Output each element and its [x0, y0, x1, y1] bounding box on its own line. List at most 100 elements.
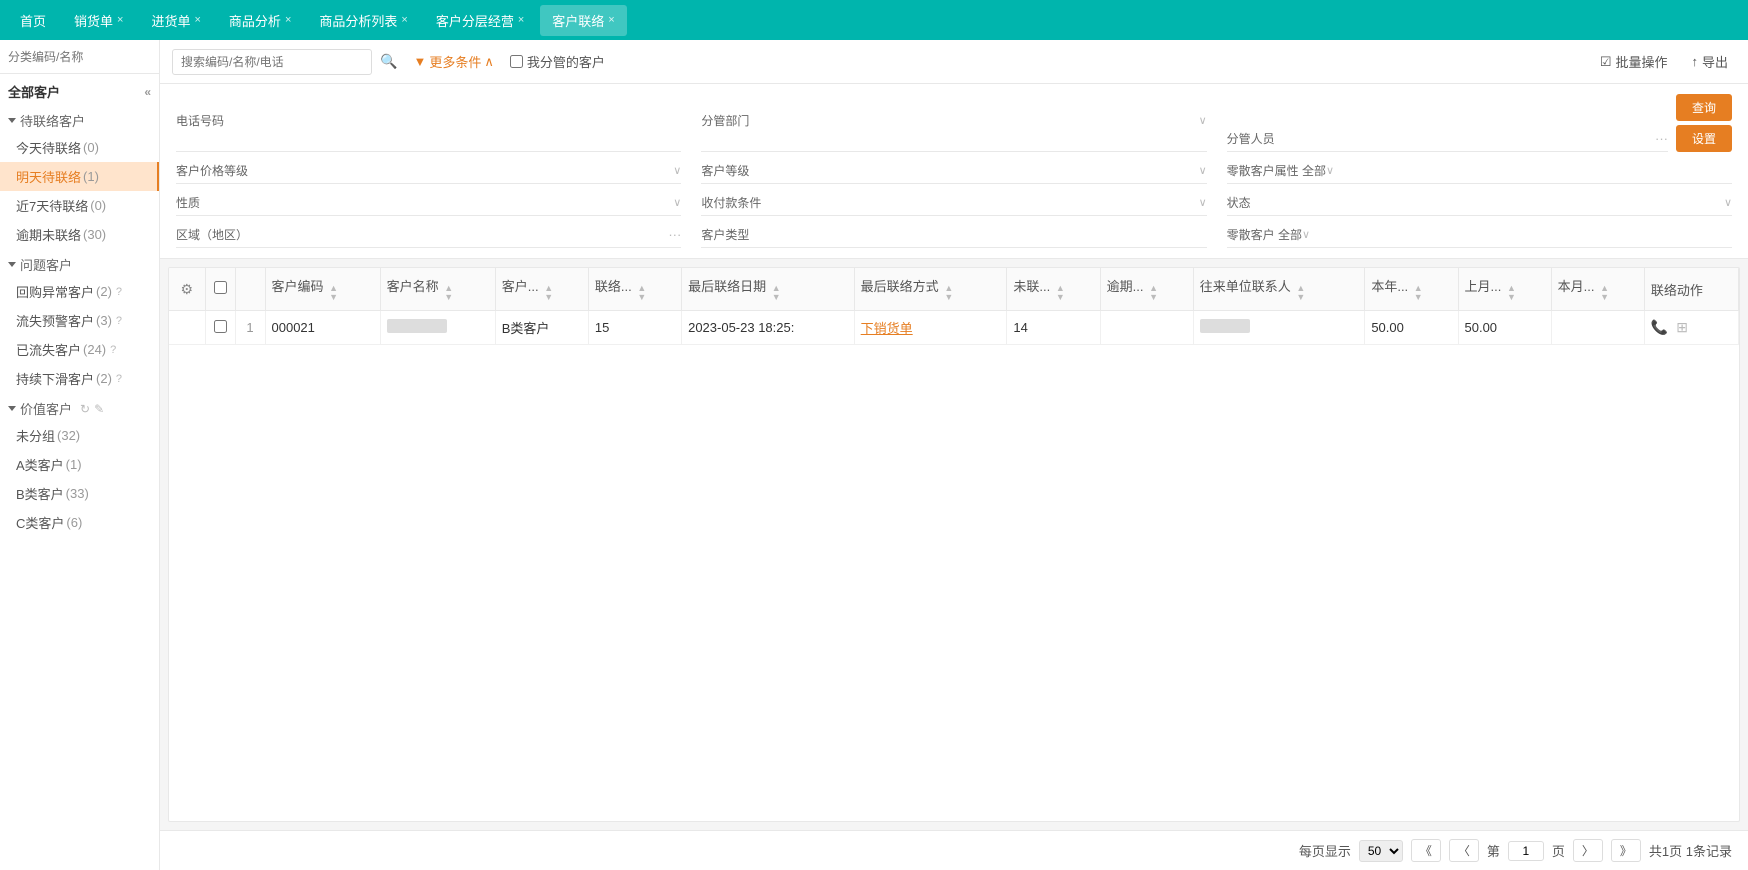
my-customers-checkbox[interactable]: [510, 55, 523, 68]
sidebar-item-ungrouped[interactable]: 未分组(32): [0, 421, 159, 450]
sort-this-year[interactable]: ▲▼: [1414, 284, 1423, 302]
help-icon-1[interactable]: ?: [116, 315, 122, 327]
row-action: 📞 ⊞: [1644, 311, 1738, 345]
sidebar: 🔍 全部客户 « 待联络客户 今天待联络(0) 明天待联络(1) 近7天待联络(…: [0, 40, 160, 870]
prev-page-button[interactable]: 〈: [1449, 839, 1479, 862]
pagination-bar: 每页显示 50 《 〈 第 页 〉 》 共1页 1条记录: [160, 830, 1748, 870]
filter-cust-type-input[interactable]: [771, 228, 1206, 242]
sidebar-item-today-contact[interactable]: 今天待联络(0): [0, 133, 159, 162]
sidebar-item-week-contact[interactable]: 近7天待联络(0): [0, 191, 159, 220]
sort-last-date[interactable]: ▲▼: [772, 284, 781, 302]
nav-close-purchase[interactable]: ×: [194, 14, 200, 26]
filter-customer-type: 客户类型: [701, 226, 1206, 248]
filter-cust-grade-input[interactable]: [771, 164, 1198, 178]
select-all-checkbox[interactable]: [214, 281, 227, 294]
sort-last-month[interactable]: ▲▼: [1507, 284, 1516, 302]
row-gear-cell: [169, 311, 205, 345]
sort-code[interactable]: ▲▼: [329, 284, 338, 302]
nav-purchase-order[interactable]: 进货单 ×: [139, 5, 212, 36]
sidebar-item-lost-customers[interactable]: 已流失客户(24)?: [0, 335, 159, 364]
more-conditions-button[interactable]: ▼ 更多条件 ∧: [405, 48, 501, 75]
payment-arrow[interactable]: ∨: [1199, 196, 1207, 209]
sidebar-search-input[interactable]: [8, 50, 160, 64]
nav-close-sales[interactable]: ×: [117, 14, 123, 26]
sidebar-search-area: 🔍: [0, 40, 159, 74]
help-icon-2[interactable]: ?: [110, 344, 116, 356]
row-checkbox[interactable]: [214, 320, 227, 333]
phone-action-icon[interactable]: 📞: [1651, 319, 1668, 336]
help-icon-3[interactable]: ?: [116, 373, 122, 385]
grid-action-icon[interactable]: ⊞: [1676, 319, 1688, 336]
my-customers-filter: 我分管的客户: [510, 52, 605, 71]
sort-this-month[interactable]: ▲▼: [1600, 284, 1609, 302]
sparse-cust-arrow[interactable]: ∨: [1302, 228, 1310, 241]
sort-name[interactable]: ▲▼: [444, 284, 453, 302]
export-button[interactable]: ↑ 导出: [1683, 48, 1736, 75]
next-page-button[interactable]: 〉: [1573, 839, 1603, 862]
dept-dropdown-arrow[interactable]: ∨: [1199, 114, 1207, 127]
manager-ellipsis[interactable]: ···: [1655, 131, 1668, 146]
nav-close-customer-contact[interactable]: ×: [608, 14, 614, 26]
help-icon-0[interactable]: ?: [116, 286, 122, 298]
filter-manager-input[interactable]: [1297, 132, 1655, 146]
filter-region-input[interactable]: [248, 228, 668, 242]
sidebar-item-churn-warning[interactable]: 流失预警客户(3)?: [0, 306, 159, 335]
last-page-button[interactable]: 》: [1611, 839, 1641, 862]
cust-grade-arrow[interactable]: ∨: [1199, 164, 1207, 177]
sidebar-value-group: 价值客户 ↻ ✎: [0, 393, 159, 421]
value-group-refresh[interactable]: ↻: [80, 402, 90, 416]
row-code: 000021: [265, 311, 380, 345]
filter-nature-input[interactable]: [246, 196, 673, 210]
nav-close-customer-tier[interactable]: ×: [518, 14, 524, 26]
last-method-link[interactable]: 下销货单: [861, 321, 913, 336]
nav-close-product-analysis[interactable]: ×: [285, 14, 291, 26]
settings-button[interactable]: 设置: [1676, 125, 1732, 152]
sort-last-method[interactable]: ▲▼: [944, 284, 953, 302]
batch-ops-button[interactable]: ☑ 批量操作: [1592, 48, 1676, 75]
status-arrow[interactable]: ∨: [1724, 196, 1732, 209]
sort-contact[interactable]: ▲▼: [637, 284, 646, 302]
sidebar-item-abnormal-repurchase[interactable]: 回购异常客户(2)?: [0, 277, 159, 306]
query-button[interactable]: 查询: [1676, 94, 1732, 121]
sort-overdue[interactable]: ▲▼: [1149, 284, 1158, 302]
sidebar-item-a-customers[interactable]: A类客户(1): [0, 450, 159, 479]
col-num: [235, 268, 265, 311]
nav-product-analysis[interactable]: 商品分析 ×: [217, 5, 303, 36]
price-grade-arrow[interactable]: ∨: [673, 164, 681, 177]
nav-product-analysis-list[interactable]: 商品分析列表 ×: [307, 5, 419, 36]
filter-dept-input[interactable]: [771, 114, 1198, 128]
region-ellipsis[interactable]: ···: [668, 227, 681, 242]
value-group-edit[interactable]: ✎: [94, 402, 104, 416]
sidebar-item-overdue-contact[interactable]: 逾期未联络(30): [0, 220, 159, 249]
filter-region: 区域（地区） ···: [176, 226, 681, 248]
first-page-button[interactable]: 《: [1411, 839, 1441, 862]
sidebar-item-c-customers[interactable]: C类客户(6): [0, 508, 159, 537]
nav-sales-order[interactable]: 销货单 ×: [62, 5, 135, 36]
page-input[interactable]: [1508, 841, 1544, 861]
nature-arrow[interactable]: ∨: [673, 196, 681, 209]
filter-phone-input[interactable]: [246, 114, 681, 128]
col-type: 客户... ▲▼: [495, 268, 588, 311]
sidebar-item-tomorrow-contact[interactable]: 明天待联络(1): [0, 162, 159, 191]
sort-un-contact[interactable]: ▲▼: [1056, 284, 1065, 302]
filter-price-grade-input[interactable]: [248, 164, 673, 178]
filter-sparse-attr: 零散客户属性 全部 ∨: [1227, 162, 1732, 184]
sparse-attr-arrow[interactable]: ∨: [1326, 164, 1334, 177]
sidebar-collapse-btn[interactable]: «: [144, 85, 151, 99]
per-page-select[interactable]: 50: [1359, 840, 1403, 862]
gear-icon[interactable]: ⚙: [180, 281, 193, 297]
nav-close-product-list[interactable]: ×: [401, 14, 407, 26]
sidebar-item-declining-customers[interactable]: 持续下滑客户(2)?: [0, 364, 159, 393]
search-button[interactable]: 🔍: [380, 53, 397, 70]
nav-home[interactable]: 首页: [8, 5, 58, 36]
sort-partner-contacts[interactable]: ▲▼: [1296, 284, 1305, 302]
sidebar-item-b-customers[interactable]: B类客户(33): [0, 479, 159, 508]
filter-status-input[interactable]: [1297, 196, 1724, 210]
search-input[interactable]: [172, 49, 372, 75]
customer-table: ⚙ 客户编码 ▲▼ 客户名称: [169, 268, 1739, 345]
filter-payment-input[interactable]: [771, 196, 1198, 210]
filter-customer-grade: 客户等级 ∨: [701, 162, 1206, 184]
sort-type[interactable]: ▲▼: [544, 284, 553, 302]
nav-customer-contact[interactable]: 客户联络 ×: [540, 5, 626, 36]
nav-customer-tier[interactable]: 客户分层经营 ×: [424, 5, 536, 36]
